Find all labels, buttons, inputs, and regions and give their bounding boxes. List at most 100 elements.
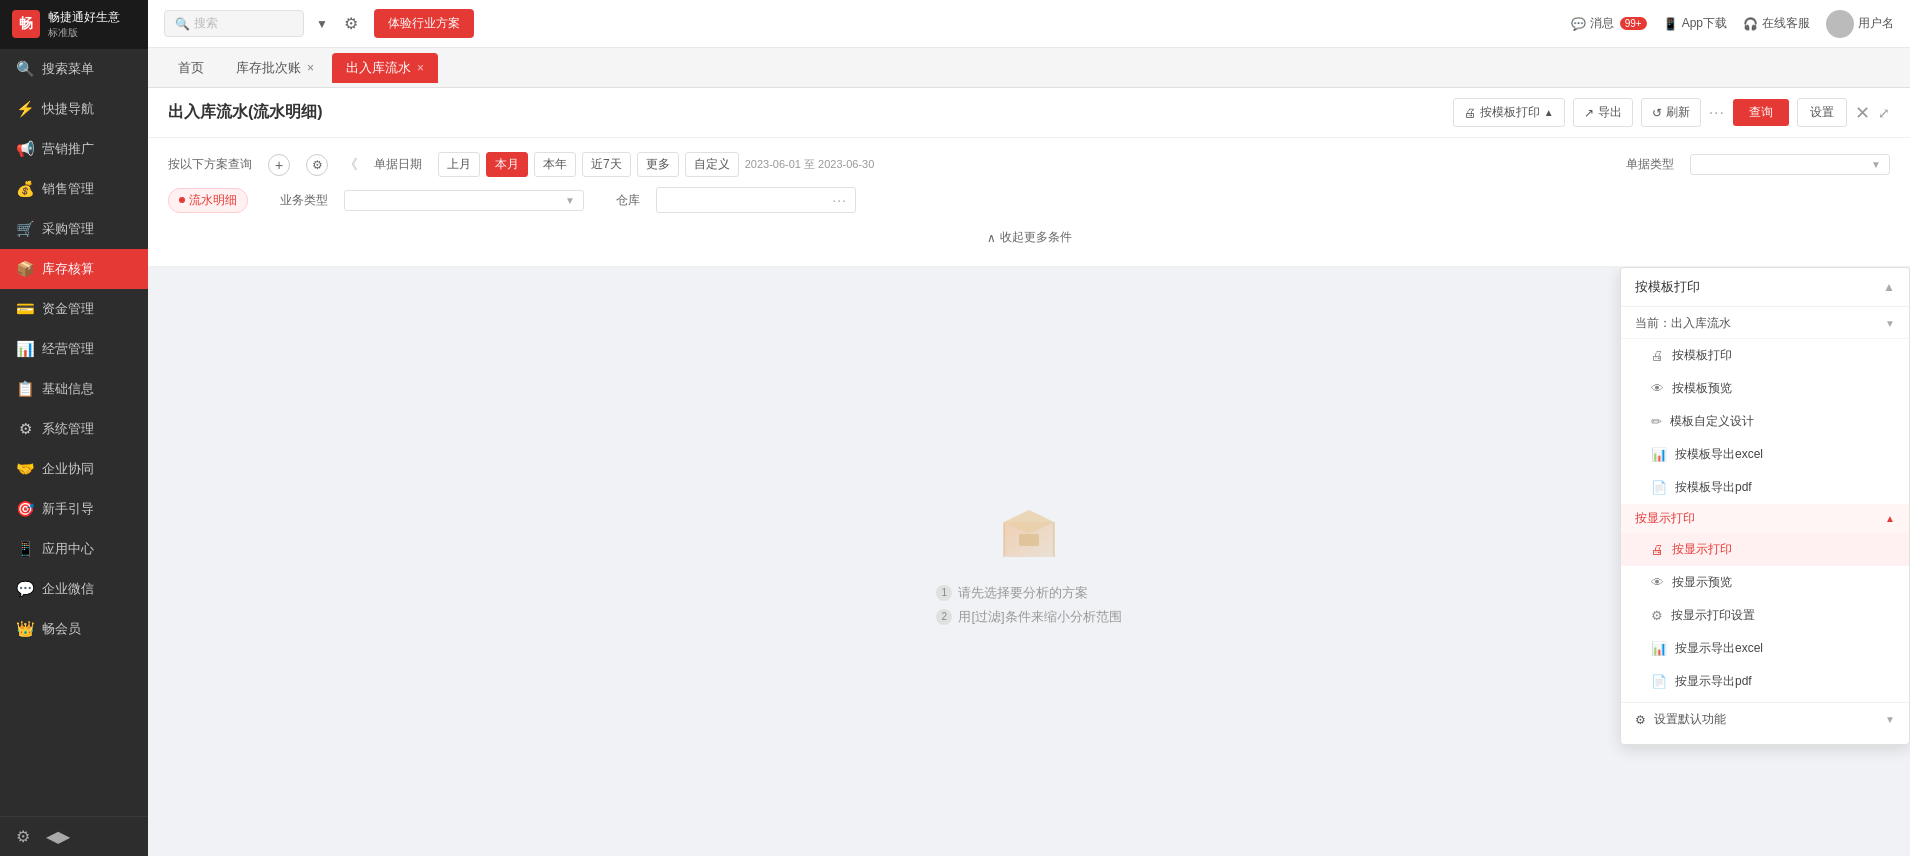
dropdown-footer[interactable]: ⚙ 设置默认功能 ▼	[1621, 702, 1909, 736]
logo-icon: 畅	[12, 10, 40, 38]
close-page-icon[interactable]: ✕	[1855, 102, 1870, 124]
expand-page-icon[interactable]: ⤢	[1878, 105, 1890, 121]
template-print-btn[interactable]: 🖨 按模板打印 ▲	[1453, 98, 1565, 127]
filter-collapse-icon[interactable]: 《	[344, 156, 358, 174]
sidebar-item-cooperation[interactable]: 🤝 企业协同	[0, 449, 148, 489]
filter-row-1: 按以下方案查询 + ⚙ 《 单据日期 上月 本月 本年 近7天 更多 自定义 2…	[168, 152, 1890, 177]
message-btn[interactable]: 💬 消息 99+	[1571, 15, 1647, 32]
sidebar-item-label: 销售管理	[42, 180, 94, 198]
sidebar-item-purchase[interactable]: 🛒 采购管理	[0, 209, 148, 249]
chevron-up-icon: ∧	[987, 231, 996, 245]
empty-icon	[989, 492, 1069, 572]
dropdown-item-label: 按显示导出excel	[1675, 640, 1763, 657]
tip-1-text: 请先选择要分析的方案	[958, 584, 1088, 602]
trial-button[interactable]: 体验行业方案	[374, 9, 474, 38]
header-gear-icon[interactable]: ⚙	[344, 14, 358, 33]
sidebar-item-guide[interactable]: 🎯 新手引导	[0, 489, 148, 529]
dropdown-item-label: 按显示打印设置	[1671, 607, 1755, 624]
shortcut-icon: ⚡	[16, 100, 34, 118]
tab-flow-close[interactable]: ×	[417, 61, 424, 75]
chevron-up-icon: ▲	[1544, 107, 1554, 118]
dropdown-item-display-settings[interactable]: ⚙ 按显示打印设置	[1621, 599, 1909, 632]
dropdown-item-display-pdf[interactable]: 📄 按显示导出pdf	[1621, 665, 1909, 698]
sidebar-item-label: 畅会员	[42, 620, 81, 638]
date-btn-last-month[interactable]: 上月	[438, 152, 480, 177]
filter-settings-button[interactable]: ⚙	[306, 154, 328, 176]
dropdown-item-label: 按显示预览	[1672, 574, 1732, 591]
dropdown-item-template-print[interactable]: 🖨 按模板打印	[1621, 339, 1909, 372]
section-arrow-icon[interactable]: ▲	[1885, 513, 1895, 524]
date-btn-more[interactable]: 更多	[637, 152, 679, 177]
dropdown-section-display[interactable]: 按显示打印 ▲	[1621, 504, 1909, 533]
export-label: 导出	[1598, 104, 1622, 121]
date-btn-custom[interactable]: 自定义	[685, 152, 739, 177]
dropdown-header: 按模板打印 ▲	[1621, 268, 1909, 307]
filter-add-button[interactable]: +	[268, 154, 290, 176]
page-header-actions: 🖨 按模板打印 ▲ ↗ 导出 ↺ 刷新 ··· 查询 设置 ✕ ⤢	[1453, 98, 1890, 127]
tip-2-num: 2	[936, 609, 952, 625]
display-pdf-icon: 📄	[1651, 674, 1667, 689]
date-btn-7days[interactable]: 近7天	[582, 152, 631, 177]
template-print-label: 按模板打印	[1480, 104, 1540, 121]
more-actions-icon[interactable]: ···	[1709, 104, 1725, 122]
wechat-icon: 💬	[16, 580, 34, 598]
dropdown-item-template-pdf[interactable]: 📄 按模板导出pdf	[1621, 471, 1909, 504]
sidebar-item-appcenter[interactable]: 📱 应用中心	[0, 529, 148, 569]
header-search-icon: 🔍	[175, 17, 190, 31]
sidebar-item-shortcut[interactable]: ⚡ 快捷导航	[0, 89, 148, 129]
svg-rect-2	[1019, 534, 1039, 546]
print-icon: 🖨	[1464, 106, 1476, 120]
dropdown-item-display-preview[interactable]: 👁 按显示预览	[1621, 566, 1909, 599]
settings-button[interactable]: 设置	[1797, 98, 1847, 127]
sidebar-nav: 🔍 搜索菜单 ⚡ 快捷导航 📢 营销推广 💰 销售管理 🛒 采购管理 📦 库存核…	[0, 49, 148, 816]
dropdown-item-display-print[interactable]: 🖨 按显示打印	[1621, 533, 1909, 566]
tab-home[interactable]: 首页	[164, 53, 218, 83]
sidebar-item-sales[interactable]: 💰 销售管理	[0, 169, 148, 209]
sidebar-item-label: 搜索菜单	[42, 60, 94, 78]
logo-title: 畅捷通好生意	[48, 10, 120, 26]
query-button[interactable]: 查询	[1733, 99, 1789, 126]
dropdown-item-display-excel[interactable]: 📊 按显示导出excel	[1621, 632, 1909, 665]
sidebar-item-finance[interactable]: 💳 资金管理	[0, 289, 148, 329]
collapse-icon[interactable]: ◀▶	[46, 827, 70, 846]
sidebar-item-marketing[interactable]: 📢 营销推广	[0, 129, 148, 169]
dropdown-item-label: 模板自定义设计	[1670, 413, 1754, 430]
current-arrow-icon[interactable]: ▼	[1885, 318, 1895, 329]
type-filter-input[interactable]: ▼	[1690, 154, 1890, 175]
sidebar-item-wechat[interactable]: 💬 企业微信	[0, 569, 148, 609]
sidebar-item-search[interactable]: 🔍 搜索菜单	[0, 49, 148, 89]
online-service-btn[interactable]: 🎧 在线客服	[1743, 15, 1810, 32]
sidebar-item-vip[interactable]: 👑 畅会员	[0, 609, 148, 649]
refresh-btn[interactable]: ↺ 刷新	[1641, 98, 1701, 127]
finance-icon: 💳	[16, 300, 34, 318]
warehouse-filter-input[interactable]: ···	[656, 187, 856, 213]
sidebar-item-inventory[interactable]: 📦 库存核算	[0, 249, 148, 289]
sidebar-item-system[interactable]: ⚙ 系统管理	[0, 409, 148, 449]
business-filter-input[interactable]: ▼	[344, 190, 584, 211]
sidebar-item-label: 应用中心	[42, 540, 94, 558]
filter-tag-flow[interactable]: 流水明细	[168, 188, 248, 213]
dropdown-item-template-preview[interactable]: 👁 按模板预览	[1621, 372, 1909, 405]
preview-icon: 👁	[1651, 381, 1664, 396]
export-btn[interactable]: ↗ 导出	[1573, 98, 1633, 127]
date-btn-this-month[interactable]: 本月	[486, 152, 528, 177]
date-btn-this-year[interactable]: 本年	[534, 152, 576, 177]
sidebar-item-label: 新手引导	[42, 500, 94, 518]
tab-flow[interactable]: 出入库流水 ×	[332, 53, 438, 83]
dropdown-collapse-icon[interactable]: ▲	[1883, 280, 1895, 294]
sidebar-item-operations[interactable]: 📊 经营管理	[0, 329, 148, 369]
app-download-btn[interactable]: 📱 App下载	[1663, 15, 1727, 32]
tab-batch[interactable]: 库存批次账 ×	[222, 53, 328, 83]
collapse-more-button[interactable]: ∧ 收起更多条件	[168, 223, 1890, 252]
inventory-icon: 📦	[16, 260, 34, 278]
empty-tips: 1 请先选择要分析的方案 2 用[过滤]条件来缩小分析范围	[936, 584, 1121, 632]
user-menu[interactable]: 用户名	[1826, 10, 1894, 38]
tab-batch-close[interactable]: ×	[307, 61, 314, 75]
dropdown-item-template-design[interactable]: ✏ 模板自定义设计	[1621, 405, 1909, 438]
header-search-box[interactable]: 🔍 搜索	[164, 10, 304, 37]
main-area: 🔍 搜索 ▼ ⚙ 体验行业方案 💬 消息 99+ 📱 App下载 🎧 在线客服 …	[148, 0, 1910, 856]
sidebar-item-basic[interactable]: 📋 基础信息	[0, 369, 148, 409]
settings-bottom-icon[interactable]: ⚙	[16, 827, 30, 846]
dropdown-item-template-excel[interactable]: 📊 按模板导出excel	[1621, 438, 1909, 471]
header-dropdown-arrow[interactable]: ▼	[316, 17, 328, 31]
